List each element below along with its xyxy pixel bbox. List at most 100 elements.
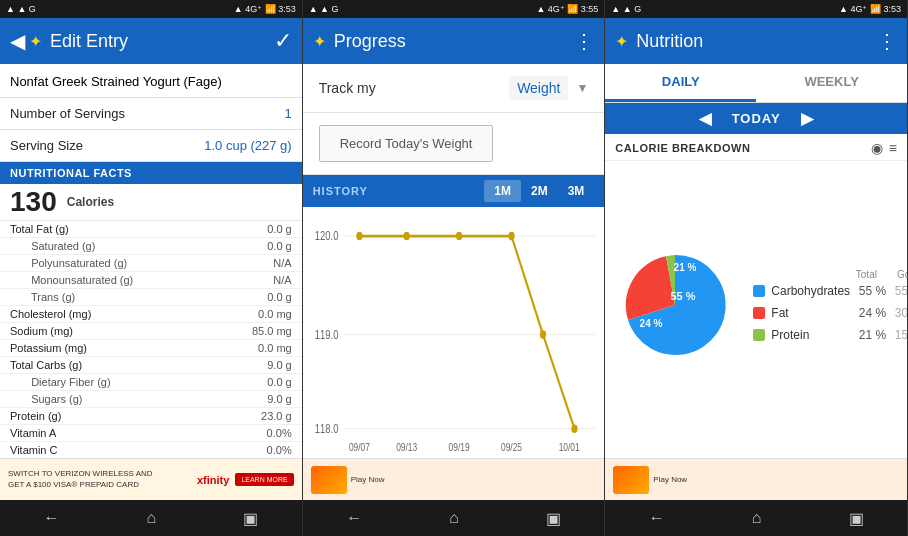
status-left-1: ▲ ▲ G: [6, 4, 36, 14]
nutrient-value: N/A: [273, 257, 291, 269]
nutrient-row: Potassium (mg)0.0 mg: [0, 340, 302, 357]
calorie-value: 130: [10, 188, 57, 216]
history-label: HISTORY: [313, 185, 485, 197]
header-1: ◀ ✦ Edit Entry ✓: [0, 18, 302, 64]
logo-icon-2: ✦: [313, 32, 326, 51]
nutrition-section: 130 Calories Total Fat (g)0.0 g Saturate…: [0, 184, 302, 458]
pie-chart: 55 % 24 % 21 %: [615, 245, 745, 375]
pie-legend-row: 55 % 24 % 21 % Total Goal Carbohydrates …: [605, 161, 907, 458]
check-icon[interactable]: ✓: [274, 28, 292, 54]
page-title-1: Edit Entry: [50, 31, 274, 52]
panel-progress: ▲ ▲ G ▲ 4G⁺ 📶 3:55 ✦ Progress ⋮ Track my…: [303, 0, 606, 536]
ad-bar-3: Play Now: [605, 458, 907, 500]
nutrient-value: 0.0 g: [267, 376, 291, 388]
nutrient-row: Saturated (g)0.0 g: [0, 238, 302, 255]
tab-3m[interactable]: 3M: [558, 180, 595, 202]
legend-goal: 55 %: [886, 284, 908, 298]
servings-value[interactable]: 1: [284, 106, 291, 121]
svg-point-14: [508, 232, 514, 240]
tab-1m[interactable]: 1M: [484, 180, 521, 202]
svg-point-13: [456, 232, 462, 240]
svg-text:119.0: 119.0: [315, 327, 339, 341]
nutrient-value: 9.0 g: [267, 393, 291, 405]
serving-size-value[interactable]: 1.0 cup (227 g): [204, 138, 291, 153]
nutrient-row: Polyunsaturated (g)N/A: [0, 255, 302, 272]
nutrient-name: Monounsaturated (g): [10, 274, 133, 286]
page-title-2: Progress: [334, 31, 575, 52]
history-tabs: HISTORY 1M 2M 3M: [303, 175, 605, 207]
svg-text:09/25: 09/25: [501, 441, 522, 453]
svg-text:09/13: 09/13: [396, 441, 417, 453]
calorie-label: Calories: [67, 195, 114, 209]
today-nav: ◀ TODAY ▶: [605, 103, 907, 134]
nutrient-value: 0.0 g: [267, 223, 291, 235]
status-left-3: ▲ ▲ G: [611, 4, 641, 14]
nutrient-name: Total Carbs (g): [10, 359, 82, 371]
nav-back-1[interactable]: ←: [44, 509, 60, 527]
tab-weekly[interactable]: WEEKLY: [756, 64, 907, 102]
legend-dot: [753, 307, 765, 319]
nav-home-2[interactable]: ⌂: [449, 509, 459, 527]
nutrient-value: 0.0 g: [267, 291, 291, 303]
prev-day-arrow[interactable]: ◀: [699, 109, 712, 128]
logo-icon-1: ✦: [29, 32, 42, 51]
record-weight-button[interactable]: Record Today's Weight: [319, 125, 494, 162]
nutrient-row: Protein (g)23.0 g: [0, 408, 302, 425]
legend-header: Total Goal: [753, 269, 908, 280]
nutrient-name: Cholesterol (mg): [10, 308, 91, 320]
back-icon[interactable]: ◀: [10, 29, 25, 53]
ad-btn-1[interactable]: LEARN MORE: [235, 473, 293, 486]
menu-icon-3[interactable]: ⋮: [877, 29, 897, 53]
svg-point-11: [356, 232, 362, 240]
chart-area: HISTORY 1M 2M 3M 120.0 119.0 118.0 09/07…: [303, 175, 605, 458]
svg-text:10/01: 10/01: [558, 441, 579, 453]
nav-recents-2[interactable]: ▣: [546, 509, 561, 528]
nutrient-name: Sugars (g): [10, 393, 83, 405]
nutrient-name: Dietary Fiber (g): [10, 376, 111, 388]
nutrient-name: Vitamin C: [10, 444, 57, 456]
svg-text:09/19: 09/19: [448, 441, 469, 453]
nutrition-header: NUTRITIONAL FACTS: [0, 162, 302, 184]
track-value[interactable]: Weight: [509, 76, 568, 100]
weight-chart: 120.0 119.0 118.0 09/07 09/13 09/19 09/2…: [307, 215, 601, 454]
tab-2m[interactable]: 2M: [521, 180, 558, 202]
list-icon[interactable]: ≡: [889, 140, 897, 156]
nutrient-row: Monounsaturated (g)N/A: [0, 272, 302, 289]
nav-back-2[interactable]: ←: [346, 509, 362, 527]
status-right-3: ▲ 4G⁺ 📶 3:53: [839, 4, 901, 14]
nav-recents-1[interactable]: ▣: [243, 509, 258, 528]
status-bar-2: ▲ ▲ G ▲ 4G⁺ 📶 3:55: [303, 0, 605, 18]
status-bar-1: ▲ ▲ G ▲ 4G⁺ 📶 3:53: [0, 0, 302, 18]
nav-back-3[interactable]: ←: [649, 509, 665, 527]
svg-point-15: [540, 330, 546, 338]
svg-text:120.0: 120.0: [315, 229, 339, 243]
svg-text:118.0: 118.0: [315, 422, 339, 436]
nutrient-row: Vitamin A0.0%: [0, 425, 302, 442]
nutrient-name: Protein (g): [10, 410, 61, 422]
track-label: Track my: [319, 80, 376, 96]
menu-icon-2[interactable]: ⋮: [574, 29, 594, 53]
nav-home-1[interactable]: ⌂: [147, 509, 157, 527]
legend-row: Carbohydrates 55 % 55 %: [753, 284, 908, 298]
ad-text-1: SWITCH TO VERIZON WIRELESS AND GET A $10…: [8, 469, 191, 490]
next-day-arrow[interactable]: ▶: [801, 109, 814, 128]
legend-goal: 15 %: [886, 328, 908, 342]
nutrient-value: 9.0 g: [267, 359, 291, 371]
nav-home-3[interactable]: ⌂: [752, 509, 762, 527]
status-right-1: ▲ 4G⁺ 📶 3:53: [234, 4, 296, 14]
pie-chart-icon[interactable]: ◉: [871, 140, 883, 156]
track-section: Track my Weight ▼: [303, 64, 605, 113]
nutrient-row: Total Carbs (g) 9.0 g: [0, 357, 302, 374]
status-right-2: ▲ 4G⁺ 📶 3:55: [536, 4, 598, 14]
calorie-row: 130 Calories: [0, 184, 302, 221]
nutrient-value: 0.0%: [267, 444, 292, 456]
ad-bar-1: SWITCH TO VERIZON WIRELESS AND GET A $10…: [0, 458, 302, 500]
tab-daily[interactable]: DAILY: [605, 64, 756, 102]
nutrient-row: Total Fat (g)0.0 g: [0, 221, 302, 238]
legend-table: Total Goal Carbohydrates 55 % 55 % Fat 2…: [753, 269, 908, 350]
svg-text:09/07: 09/07: [349, 441, 370, 453]
dropdown-icon: ▼: [576, 81, 588, 95]
serving-size-row: Serving Size 1.0 cup (227 g): [0, 130, 302, 162]
nutrient-name: Saturated (g): [10, 240, 95, 252]
nav-recents-3[interactable]: ▣: [849, 509, 864, 528]
